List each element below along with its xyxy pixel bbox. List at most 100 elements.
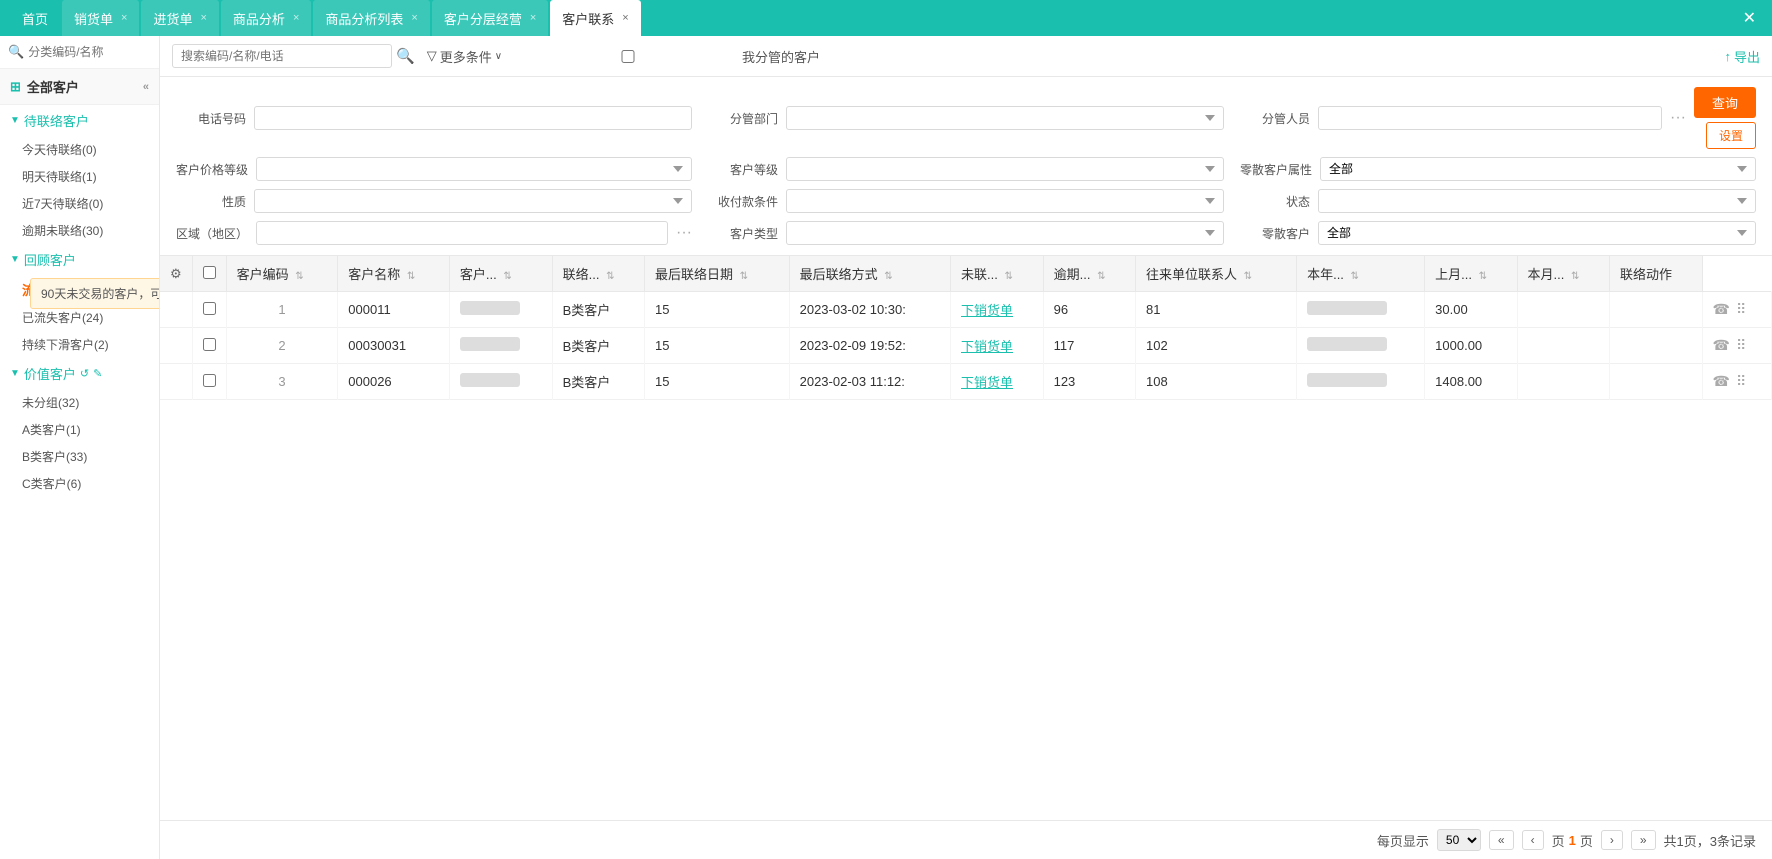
sidebar-item-overdue-contact[interactable]: 逾期未联络(30) [0, 217, 159, 244]
customer-type-label: 客户类型 [708, 225, 778, 242]
tab-customer-contact[interactable]: 客户联系 × [550, 0, 640, 36]
close-tab-customer-tier-icon[interactable]: × [530, 12, 536, 24]
phone-label: 电话号码 [176, 110, 246, 127]
phone-input[interactable] [254, 106, 692, 130]
row-type-cell: B类客户 [552, 364, 644, 400]
sort-icon-code: ⇅ [295, 271, 303, 282]
more-actions-icon[interactable]: ⠿ [1736, 373, 1746, 390]
more-actions-icon[interactable]: ⠿ [1736, 301, 1746, 318]
refresh-icon[interactable]: ↺ [80, 367, 89, 380]
manager-label: 分管人员 [1240, 110, 1310, 127]
row-last-month-cell [1517, 292, 1609, 328]
sidebar-search-input[interactable] [28, 45, 160, 59]
col-header-unit-contact[interactable]: 往来单位联系人 ⇅ [1135, 256, 1296, 292]
sort-icon-overdue: ⇅ [1097, 271, 1105, 282]
sidebar-all-customers-header[interactable]: ⊞ 全部客户 « [0, 69, 159, 105]
col-header-last-date[interactable]: 最后联络日期 ⇅ [645, 256, 790, 292]
sidebar-item-class-a[interactable]: A类客户(1) [0, 416, 159, 443]
settings-button[interactable]: 设置 [1706, 122, 1756, 149]
sidebar-group-value-customers[interactable]: ▼ 价值客户 ↺ ✎ [0, 358, 159, 389]
tab-product-analysis[interactable]: 商品分析 × [221, 0, 311, 36]
row-checkbox[interactable] [203, 338, 216, 351]
sidebar-item-class-b[interactable]: B类客户(33) [0, 443, 159, 470]
col-header-code[interactable]: 客户编码 ⇅ [226, 256, 338, 292]
search-button[interactable]: 🔍 [396, 47, 415, 65]
manager-input[interactable] [1318, 106, 1662, 130]
table-settings-col[interactable]: ⚙ [160, 256, 192, 292]
dept-select[interactable] [786, 106, 1224, 130]
more-conditions-button[interactable]: ▽ 更多条件 ∨ [427, 47, 502, 66]
manager-more-icon[interactable]: ··· [1670, 109, 1686, 127]
export-icon: ↑ [1724, 49, 1731, 64]
home-tab[interactable]: 首页 [8, 0, 62, 36]
sidebar-collapse-icon[interactable]: « [143, 81, 149, 93]
per-page-select[interactable]: 50 [1437, 829, 1481, 851]
close-tab-purchase-order-icon[interactable]: × [200, 12, 206, 24]
per-page-label: 每页显示 [1377, 831, 1429, 850]
close-tab-customer-contact-icon[interactable]: × [622, 12, 628, 24]
col-header-not-contacted[interactable]: 未联... ⇅ [951, 256, 1044, 292]
filter-bar: 🔍 ▽ 更多条件 ∨ 我分管的客户 ↑ 导出 [160, 36, 1772, 77]
region-input[interactable] [256, 221, 668, 245]
query-button[interactable]: 查询 [1694, 87, 1756, 118]
col-header-type[interactable]: 客户... ⇅ [449, 256, 552, 292]
export-button[interactable]: ↑ 导出 [1724, 47, 1760, 66]
col-header-last-method[interactable]: 最后联络方式 ⇅ [789, 256, 950, 292]
next-page-button[interactable]: › [1601, 830, 1623, 850]
last-page-button[interactable]: » [1631, 830, 1656, 850]
tab-purchase-order[interactable]: 进货单 × [141, 0, 218, 36]
row-not-contacted-cell: 117 [1043, 328, 1135, 364]
retail-customer-select[interactable]: 全部 [1318, 221, 1756, 245]
chat-icon[interactable]: ☎ [1713, 301, 1730, 318]
col-header-last-month[interactable]: 上月... ⇅ [1425, 256, 1517, 292]
sidebar-group-pending-contact[interactable]: ▼ 待联络客户 [0, 105, 159, 136]
customer-type-select[interactable] [786, 221, 1224, 245]
prev-page-button[interactable]: ‹ [1522, 830, 1544, 850]
gender-select[interactable] [254, 189, 692, 213]
select-all-checkbox[interactable] [203, 266, 216, 279]
row-not-contacted-cell: 123 [1043, 364, 1135, 400]
window-close-button[interactable]: ✕ [1735, 8, 1764, 28]
first-page-button[interactable]: « [1489, 830, 1514, 850]
sidebar-item-tomorrow-contact[interactable]: 明天待联络(1) [0, 163, 159, 190]
close-tab-product-analysis-icon[interactable]: × [293, 12, 299, 24]
filter-row-status: 状态 [1240, 189, 1756, 213]
row-checkbox[interactable] [203, 302, 216, 315]
gender-label: 性质 [176, 193, 246, 210]
sidebar-item-7days-contact[interactable]: 近7天待联络(0) [0, 190, 159, 217]
region-more-icon[interactable]: ··· [676, 224, 692, 242]
table-checkbox-col [192, 256, 226, 292]
status-select[interactable] [1318, 189, 1756, 213]
close-tab-product-analysis-list-icon[interactable]: × [411, 12, 417, 24]
col-header-this-month[interactable]: 本月... ⇅ [1517, 256, 1609, 292]
retail-attr-select[interactable]: 全部 [1320, 157, 1756, 181]
chat-icon[interactable]: ☎ [1713, 337, 1730, 354]
sidebar-item-declining[interactable]: 持续下滑客户(2) [0, 331, 159, 358]
sort-icon-unit-contact: ⇅ [1244, 271, 1252, 282]
col-header-name[interactable]: 客户名称 ⇅ [338, 256, 450, 292]
price-grade-select[interactable] [256, 157, 692, 181]
sidebar-item-class-c[interactable]: C类客户(6) [0, 470, 159, 497]
filter-row-retail-customer: 零散客户 全部 [1240, 221, 1756, 245]
edit-icon[interactable]: ✎ [93, 367, 102, 380]
my-customers-toggle[interactable]: 我分管的客户 [518, 47, 820, 66]
row-checkbox[interactable] [203, 374, 216, 387]
customer-grade-select[interactable] [786, 157, 1224, 181]
close-tab-sales-order-icon[interactable]: × [121, 12, 127, 24]
col-header-this-year[interactable]: 本年... ⇅ [1297, 256, 1425, 292]
sidebar-item-today-contact[interactable]: 今天待联络(0) [0, 136, 159, 163]
sidebar-group-review[interactable]: ▼ 回顾客户 [0, 244, 159, 275]
tooltip-churn-risk: 90天未交易的客户，可能有流失风险。 [30, 278, 160, 309]
tab-product-analysis-list[interactable]: 商品分析列表 × [313, 0, 429, 36]
my-customers-checkbox[interactable] [518, 50, 738, 63]
col-header-overdue[interactable]: 逾期... ⇅ [1043, 256, 1135, 292]
more-actions-icon[interactable]: ⠿ [1736, 337, 1746, 354]
tab-customer-tier[interactable]: 客户分层经营 × [432, 0, 548, 36]
chat-icon[interactable]: ☎ [1713, 373, 1730, 390]
payment-select[interactable] [786, 189, 1224, 213]
tab-sales-order[interactable]: 销货单 × [62, 0, 139, 36]
row-this-year-cell: 1408.00 [1425, 364, 1517, 400]
sidebar-item-unclassified[interactable]: 未分组(32) [0, 389, 159, 416]
search-input[interactable] [172, 44, 392, 68]
col-header-contact[interactable]: 联络... ⇅ [552, 256, 644, 292]
